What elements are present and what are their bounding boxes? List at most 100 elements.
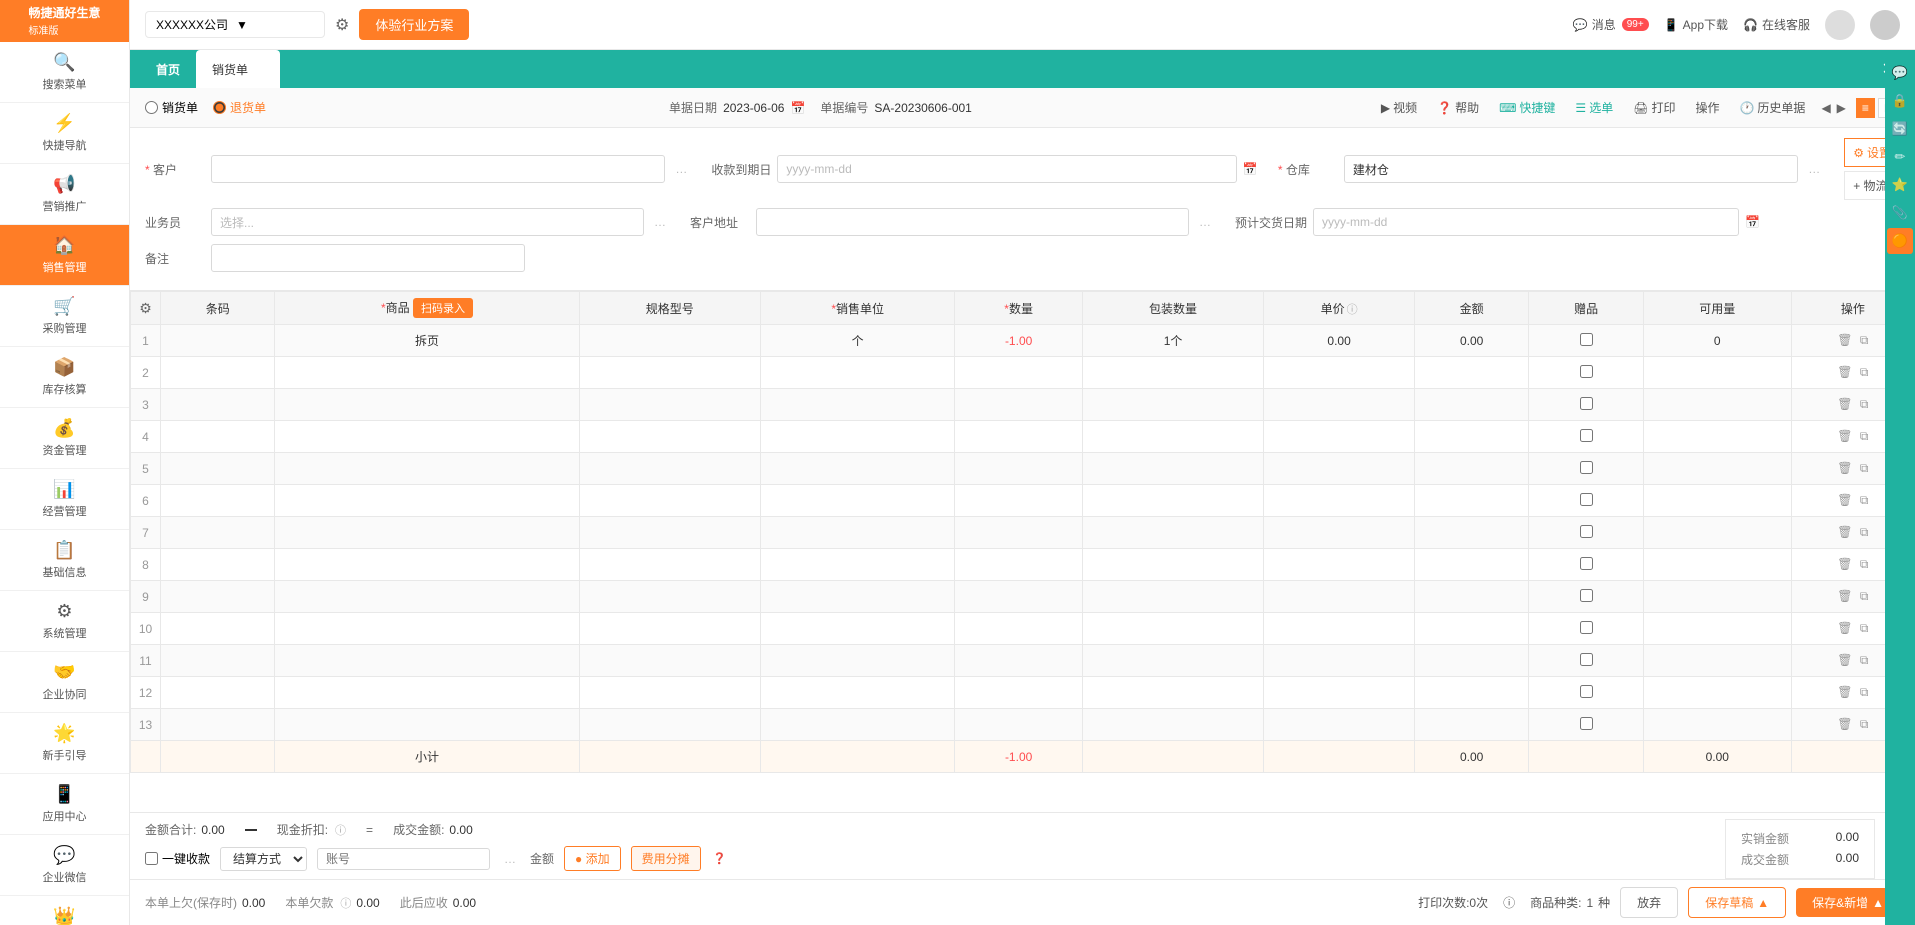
delete-row-icon[interactable]: 🗑 bbox=[1837, 397, 1852, 411]
sidebar-item-quick_nav[interactable]: ⚡ 快捷导航 bbox=[0, 103, 129, 164]
salesperson-dots[interactable]: … bbox=[650, 215, 670, 229]
row-unit[interactable]: 个 bbox=[760, 325, 954, 357]
row-gift[interactable] bbox=[1529, 421, 1643, 453]
select-btn[interactable]: ☰ 选单 bbox=[1569, 96, 1619, 119]
far-right-rotate[interactable]: 🔄 bbox=[1887, 116, 1913, 142]
row-pack-qty[interactable] bbox=[1082, 709, 1263, 741]
online-service-item[interactable]: 🎧 在线客服 bbox=[1743, 16, 1810, 33]
tab-home[interactable]: 首页 bbox=[140, 50, 196, 88]
row-product[interactable] bbox=[275, 453, 579, 485]
one-click-payment-label[interactable]: 一键收款 bbox=[145, 850, 210, 867]
delete-row-icon[interactable]: 🗑 bbox=[1837, 589, 1852, 603]
far-right-edit[interactable]: ✏ bbox=[1887, 144, 1913, 170]
sales-order-radio[interactable]: 销货单 bbox=[145, 99, 198, 116]
row-gift[interactable] bbox=[1529, 613, 1643, 645]
add-payment-btn[interactable]: ● 添加 bbox=[564, 846, 621, 871]
row-product[interactable] bbox=[275, 677, 579, 709]
row-gift[interactable] bbox=[1529, 677, 1643, 709]
row-price[interactable] bbox=[1264, 485, 1415, 517]
row-pack-qty[interactable] bbox=[1082, 421, 1263, 453]
collection-date-input[interactable]: yyyy-mm-dd bbox=[777, 155, 1236, 183]
copy-row-icon[interactable]: ⧉ bbox=[1860, 685, 1869, 699]
sidebar-item-guide[interactable]: 🌟 新手引导 bbox=[0, 713, 129, 774]
sidebar-item-app_center[interactable]: 📱 应用中心 bbox=[0, 774, 129, 835]
row-gift[interactable] bbox=[1529, 645, 1643, 677]
row-product[interactable] bbox=[275, 389, 579, 421]
copy-row-icon[interactable]: ⧉ bbox=[1860, 621, 1869, 635]
copy-row-icon[interactable]: ⧉ bbox=[1860, 653, 1869, 667]
row-unit[interactable] bbox=[760, 645, 954, 677]
row-barcode[interactable] bbox=[161, 485, 275, 517]
row-product[interactable] bbox=[275, 709, 579, 741]
row-barcode[interactable] bbox=[161, 645, 275, 677]
row-pack-qty[interactable] bbox=[1082, 517, 1263, 549]
th-settings[interactable]: ⚙ bbox=[131, 292, 161, 325]
history-btn[interactable]: 🕐 历史单据 bbox=[1733, 96, 1811, 119]
row-barcode[interactable] bbox=[161, 453, 275, 485]
row-spec[interactable] bbox=[579, 677, 760, 709]
row-amount[interactable] bbox=[1414, 677, 1528, 709]
delete-row-icon[interactable]: 🗑 bbox=[1837, 493, 1852, 507]
bank-account-input[interactable] bbox=[317, 848, 490, 870]
row-amount[interactable] bbox=[1414, 421, 1528, 453]
video-btn[interactable]: ▶ 视频 bbox=[1375, 96, 1423, 119]
row-amount[interactable]: 0.00 bbox=[1414, 325, 1528, 357]
row-barcode[interactable] bbox=[161, 581, 275, 613]
row-price[interactable] bbox=[1264, 421, 1415, 453]
close-tab-icon[interactable]: ✕ bbox=[254, 62, 264, 76]
row-amount[interactable] bbox=[1414, 613, 1528, 645]
delete-row-icon[interactable]: 🗑 bbox=[1837, 525, 1852, 539]
row-unit[interactable] bbox=[760, 485, 954, 517]
delete-row-icon[interactable]: 🗑 bbox=[1837, 717, 1852, 731]
copy-row-icon[interactable]: ⧉ bbox=[1860, 717, 1869, 731]
sidebar-item-inventory[interactable]: 📦 库存核算 bbox=[0, 347, 129, 408]
row-barcode[interactable] bbox=[161, 389, 275, 421]
copy-row-icon[interactable]: ⧉ bbox=[1860, 461, 1869, 475]
row-quantity[interactable] bbox=[955, 357, 1082, 389]
delete-row-icon[interactable]: 🗑 bbox=[1837, 557, 1852, 571]
delete-row-icon[interactable]: 🗑 bbox=[1837, 333, 1852, 347]
customer-address-input[interactable] bbox=[756, 208, 1189, 236]
sidebar-item-search[interactable]: 🔍 搜索菜单 bbox=[0, 42, 129, 103]
row-gift[interactable] bbox=[1529, 325, 1643, 357]
row-barcode[interactable] bbox=[161, 325, 275, 357]
sidebar-item-business_mgmt[interactable]: 📊 经营管理 bbox=[0, 469, 129, 530]
row-gift[interactable] bbox=[1529, 549, 1643, 581]
row-spec[interactable] bbox=[579, 453, 760, 485]
delete-row-icon[interactable]: 🗑 bbox=[1837, 685, 1852, 699]
row-unit[interactable] bbox=[760, 421, 954, 453]
far-right-star[interactable]: ⭐ bbox=[1887, 172, 1913, 198]
row-product[interactable] bbox=[275, 485, 579, 517]
copy-row-icon[interactable]: ⧉ bbox=[1860, 365, 1869, 379]
copy-row-icon[interactable]: ⧉ bbox=[1860, 493, 1869, 507]
row-amount[interactable] bbox=[1414, 389, 1528, 421]
sidebar-item-weixin[interactable]: 💬 企业微信 bbox=[0, 835, 129, 896]
return-order-radio[interactable]: 退货单 bbox=[213, 99, 266, 116]
delete-row-icon[interactable]: 🗑 bbox=[1837, 365, 1852, 379]
delete-row-icon[interactable]: 🗑 bbox=[1837, 429, 1852, 443]
row-product[interactable] bbox=[275, 421, 579, 453]
far-right-lock[interactable]: 🔒 bbox=[1887, 88, 1913, 114]
row-pack-qty[interactable] bbox=[1082, 677, 1263, 709]
print-btn[interactable]: 🖨 打印 bbox=[1627, 96, 1681, 119]
expected-delivery-input[interactable]: yyyy-mm-dd bbox=[1313, 208, 1739, 236]
sidebar-item-purchase_mgmt[interactable]: 🛒 采购管理 bbox=[0, 286, 129, 347]
row-quantity[interactable] bbox=[955, 645, 1082, 677]
copy-row-icon[interactable]: ⧉ bbox=[1860, 333, 1869, 347]
copy-row-icon[interactable]: ⧉ bbox=[1860, 557, 1869, 571]
help-btn[interactable]: ❓ 帮助 bbox=[1431, 96, 1485, 119]
row-product[interactable] bbox=[275, 549, 579, 581]
copy-row-icon[interactable]: ⧉ bbox=[1860, 429, 1869, 443]
fee-split-btn[interactable]: 费用分摊 bbox=[631, 846, 701, 871]
row-unit[interactable] bbox=[760, 549, 954, 581]
row-quantity[interactable]: -1.00 bbox=[955, 325, 1082, 357]
sidebar-item-system_mgmt[interactable]: ⚙ 系统管理 bbox=[0, 591, 129, 652]
far-right-chat[interactable]: 💬 bbox=[1887, 60, 1913, 86]
copy-row-icon[interactable]: ⧉ bbox=[1860, 397, 1869, 411]
sidebar-item-finance[interactable]: 💰 资金管理 bbox=[0, 408, 129, 469]
row-unit[interactable] bbox=[760, 709, 954, 741]
row-spec[interactable] bbox=[579, 389, 760, 421]
row-pack-qty[interactable] bbox=[1082, 485, 1263, 517]
note-input[interactable] bbox=[211, 244, 525, 272]
gear-icon[interactable]: ⚙ bbox=[335, 15, 349, 35]
